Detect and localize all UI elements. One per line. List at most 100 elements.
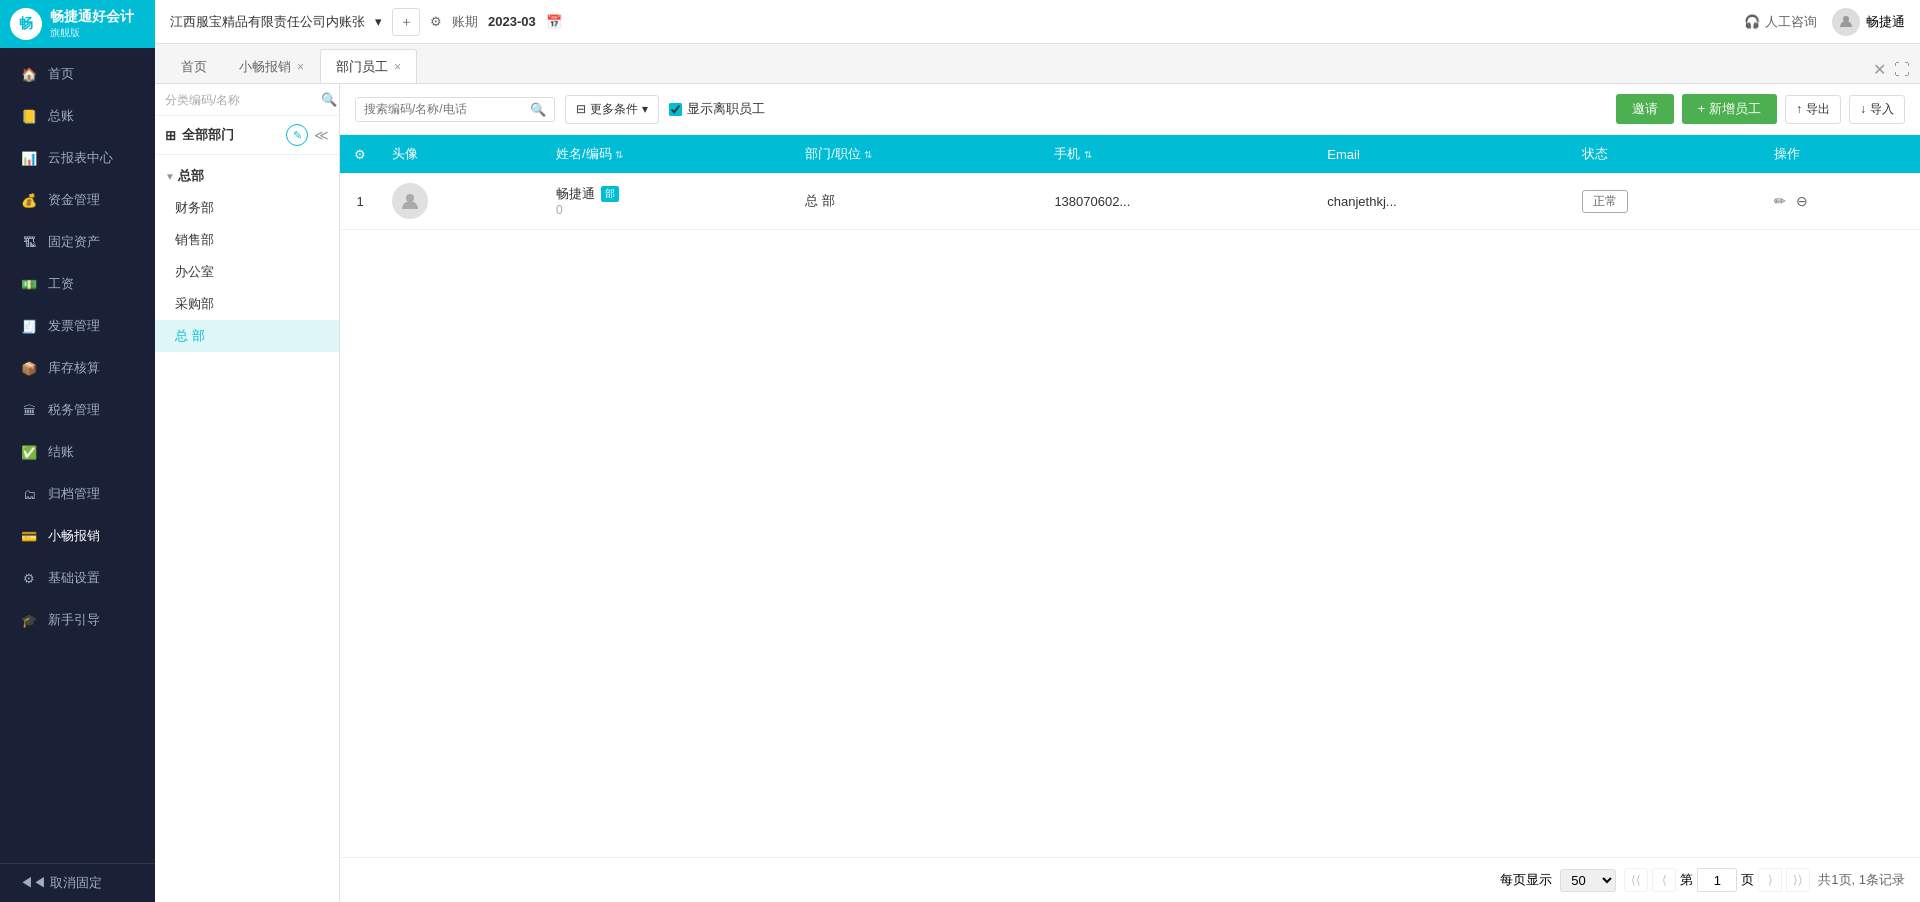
add-company-button[interactable]: ＋: [392, 8, 420, 36]
sidebar-item-checkout[interactable]: ✅ 结账: [0, 431, 155, 473]
invite-button[interactable]: 邀请: [1616, 94, 1674, 124]
dept-item-general[interactable]: 总 部: [155, 320, 339, 352]
cell-phone: 138070602...: [1042, 173, 1315, 230]
col-email: Email: [1315, 135, 1570, 173]
cancel-fixed-label: ◀◀ 取消固定: [20, 874, 102, 892]
add-emp-button[interactable]: + 新增员工: [1682, 94, 1777, 124]
left-panel: 🔍 ⊞ 全部部门 ✎ ≪ ▼ 总部 财务部: [155, 84, 340, 902]
sidebar-item-invoice[interactable]: 🧾 发票管理: [0, 305, 155, 347]
company-dropdown[interactable]: ▾: [375, 14, 382, 29]
tree-header: ⊞ 全部部门 ✎ ≪: [155, 116, 339, 155]
all-dept-label: 全部部门: [182, 126, 234, 144]
col-dept-sort-icon[interactable]: ⇅: [864, 149, 872, 160]
emp-search-input[interactable]: [364, 102, 524, 116]
cell-dept: 总 部: [793, 173, 1042, 230]
sidebar-item-reports[interactable]: 📊 云报表中心: [0, 137, 155, 179]
service-button[interactable]: 🎧 人工咨询: [1744, 13, 1817, 31]
tab-home[interactable]: 首页: [165, 49, 223, 83]
per-page-select[interactable]: 50 100 200: [1560, 869, 1616, 892]
company-name: 江西服宝精品有限责任公司内账张: [170, 13, 365, 31]
sidebar-item-guide[interactable]: 🎓 新手引导: [0, 599, 155, 641]
col-dept[interactable]: 部门/职位 ⇅: [793, 135, 1042, 173]
service-label: 人工咨询: [1765, 13, 1817, 31]
dept-item-finance[interactable]: 财务部: [155, 192, 339, 224]
sidebar-label-home: 首页: [48, 65, 74, 83]
dept-grid-icon: ⊞: [165, 128, 176, 143]
sidebar-label-funds: 资金管理: [48, 191, 100, 209]
page-first-button[interactable]: ⟨⟨: [1624, 868, 1648, 892]
status-badge: 正常: [1582, 190, 1628, 213]
tab-expense-label: 小畅报销: [239, 58, 291, 76]
avatar: [392, 183, 428, 219]
page-last-button[interactable]: ⟩⟩: [1786, 868, 1810, 892]
logo-title: 畅捷通好会计: [50, 8, 134, 26]
dept-item-finance-label: 财务部: [175, 199, 214, 217]
topbar-right: 🎧 人工咨询 畅捷通: [1744, 8, 1905, 36]
topbar-settings-icon[interactable]: ⚙: [430, 14, 442, 29]
dept-search-input[interactable]: [165, 93, 315, 107]
dept-item-sales[interactable]: 销售部: [155, 224, 339, 256]
export-icon: ↑: [1796, 102, 1802, 116]
sidebar-item-settings[interactable]: ⚙ 基础设置: [0, 557, 155, 599]
sidebar-item-home[interactable]: 🏠 首页: [0, 53, 155, 95]
col-name[interactable]: 姓名/编码 ⇅: [544, 135, 793, 173]
logo-icon: 畅: [10, 8, 42, 40]
sidebar-item-tax[interactable]: 🏛 税务管理: [0, 389, 155, 431]
sidebar-label-tax: 税务管理: [48, 401, 100, 419]
emp-search-icon[interactable]: 🔍: [530, 102, 546, 117]
tab-dept[interactable]: 部门员工 ×: [320, 49, 417, 83]
sidebar-nav: 🏠 首页 📒 总账 📊 云报表中心 💰 资金管理 🏗 固定资产 💵 工资 🧾 发…: [0, 48, 155, 863]
sidebar-item-inventory[interactable]: 📦 库存核算: [0, 347, 155, 389]
sidebar-item-expense[interactable]: 💳 小畅报销: [0, 515, 155, 557]
tab-expand-icon[interactable]: ⛶: [1894, 61, 1910, 79]
edit-icon[interactable]: ✏: [1774, 193, 1786, 209]
user-avatar: [1832, 8, 1860, 36]
filter-button[interactable]: ⊟ 更多条件 ▾: [565, 95, 659, 124]
collapse-tree-button[interactable]: ≪: [314, 127, 329, 143]
tab-expense[interactable]: 小畅报销 ×: [223, 49, 320, 83]
dept-item-office[interactable]: 办公室: [155, 256, 339, 288]
export-button[interactable]: ↑ 导出: [1785, 95, 1841, 124]
tab-expense-close[interactable]: ×: [297, 60, 304, 74]
show-resigned-checkbox[interactable]: 显示离职员工: [669, 100, 765, 118]
cancel-fixed-button[interactable]: ◀◀ 取消固定: [0, 863, 155, 902]
dept-item-purchase[interactable]: 采购部: [155, 288, 339, 320]
page-next-button[interactable]: ⟩: [1758, 868, 1782, 892]
tab-dept-close[interactable]: ×: [394, 60, 401, 74]
sidebar-item-archive[interactable]: 🗂 归档管理: [0, 473, 155, 515]
per-page-label: 每页显示: [1500, 871, 1552, 889]
import-button[interactable]: ↓ 导入: [1849, 95, 1905, 124]
col-name-sort-icon[interactable]: ⇅: [615, 149, 623, 160]
right-panel: 🔍 ⊟ 更多条件 ▾ 显示离职员工 邀请 + 新增员工 ↑ 导出: [340, 84, 1920, 902]
col-phone-sort-icon[interactable]: ⇅: [1084, 149, 1092, 160]
sidebar-item-ledger[interactable]: 📒 总账: [0, 95, 155, 137]
tab-home-label: 首页: [181, 58, 207, 76]
emp-search-bar: 🔍: [355, 97, 555, 122]
logout-icon[interactable]: ⊖: [1796, 193, 1808, 209]
period-label: 账期: [452, 13, 478, 31]
sidebar-item-salary[interactable]: 💵 工资: [0, 263, 155, 305]
col-phone[interactable]: 手机 ⇅: [1042, 135, 1315, 173]
page-input[interactable]: [1697, 868, 1737, 892]
calendar-icon[interactable]: 📅: [546, 14, 562, 29]
sidebar-item-assets[interactable]: 🏗 固定资产: [0, 221, 155, 263]
emp-table-container: ⚙ 头像 姓名/编码 ⇅ 部门/职位 ⇅ 手机: [340, 135, 1920, 857]
content-area: 🔍 ⊞ 全部部门 ✎ ≪ ▼ 总部 财务部: [155, 84, 1920, 902]
resigned-checkbox-input[interactable]: [669, 103, 682, 116]
table-header-row: ⚙ 头像 姓名/编码 ⇅ 部门/职位 ⇅ 手机: [340, 135, 1920, 173]
sidebar-label-guide: 新手引导: [48, 611, 100, 629]
dept-search-icon[interactable]: 🔍: [321, 92, 337, 107]
col-gear[interactable]: ⚙: [340, 135, 380, 173]
col-dept-label: 部门/职位: [805, 146, 861, 161]
import-label: 导入: [1870, 101, 1894, 118]
add-dept-button[interactable]: ✎: [286, 124, 308, 146]
sidebar-item-funds[interactable]: 💰 资金管理: [0, 179, 155, 221]
logo[interactable]: 畅 畅捷通好会计 旗舰版: [0, 0, 155, 48]
tab-close-all-icon[interactable]: ✕: [1873, 60, 1886, 79]
user-info[interactable]: 畅捷通: [1832, 8, 1905, 36]
guide-icon: 🎓: [20, 611, 38, 629]
assets-icon: 🏗: [20, 233, 38, 251]
emp-name: 畅捷通: [556, 185, 595, 203]
page-prev-button[interactable]: ⟨: [1652, 868, 1676, 892]
dropdown-arrow-icon: ▾: [375, 14, 382, 29]
